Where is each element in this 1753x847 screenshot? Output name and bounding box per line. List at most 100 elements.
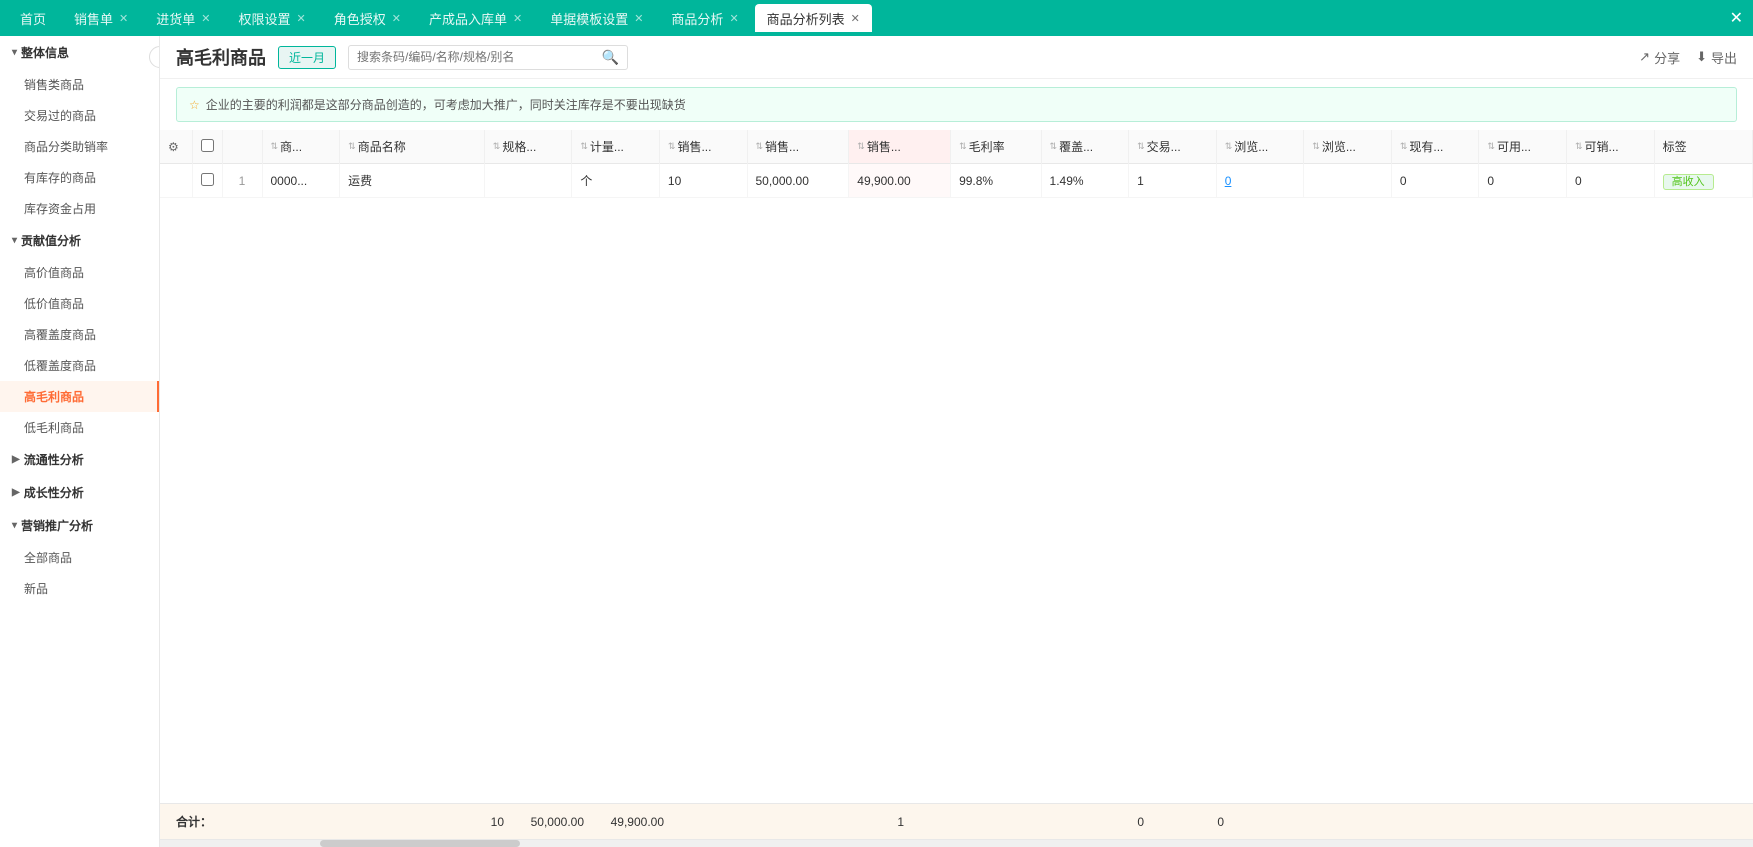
col-code: ⇅ 商... [262,130,340,164]
sidebar-group-contribution[interactable]: ▾ 贡献值分析 [0,224,159,257]
col-name: ⇅ 商品名称 [340,130,485,164]
col-amount-sort[interactable]: ⇅ [756,141,764,152]
col-b1-sort[interactable]: ⇅ [1225,141,1233,152]
col-curr-sort[interactable]: ⇅ [1400,141,1408,152]
settings-icon[interactable]: ⚙ [168,140,179,154]
col-sales-profit: ⇅ 销售... [849,130,951,164]
content-area: 高毛利商品 近一月 🔍 ↗ 分享 ⬇ 导出 ☆ 企业的主要的利润都是这部分商品创… [160,36,1753,847]
col-coverage: ⇅ 覆盖... [1041,130,1129,164]
tab-role-close[interactable]: ✕ [392,12,401,25]
sidebar-item-stock-capital[interactable]: 库存资金占用 [0,193,159,224]
tab-analysis[interactable]: 商品分析 ✕ [659,4,750,32]
group-arrow-marketing: ▾ [12,520,17,531]
tab-analysis-label: 商品分析 [671,9,723,28]
tab-permission-close[interactable]: ✕ [297,12,306,25]
footer-cells: 10 50,000.00 49,900.00 1 0 0 [232,815,1737,829]
page-title: 高毛利商品 [176,44,266,70]
header-actions: ↗ 分享 ⬇ 导出 [1639,48,1737,67]
row-browse2-cell [1304,164,1392,198]
col-qty-sort[interactable]: ⇅ [668,141,676,152]
col-unit-sort[interactable]: ⇅ [580,141,588,152]
row-available-cell: 0 [1479,164,1567,198]
footer-current-val: 0 [1072,815,1152,829]
col-coverage-sort[interactable]: ⇅ [1050,141,1058,152]
tab-role[interactable]: 角色授权 ✕ [322,4,413,32]
tab-analysis-list-label: 商品分析列表 [767,9,845,28]
tab-permission[interactable]: 权限设置 ✕ [226,4,317,32]
tab-template-close[interactable]: ✕ [634,12,643,25]
tab-template[interactable]: 单据模板设置 ✕ [538,4,655,32]
sidebar-item-high-margin[interactable]: 高毛利商品 [0,381,159,412]
row-profit-cell: 49,900.00 [849,164,951,198]
select-all-checkbox[interactable] [201,139,214,152]
search-box[interactable]: 🔍 [348,45,628,70]
sidebar-group-liquidity[interactable]: ▶ 流通性分析 [0,443,159,476]
main-layout: 《 ▾ 整体信息 销售类商品 交易过的商品 商品分类助销率 有库存的商品 库存资… [0,36,1753,847]
sidebar-item-new-goods[interactable]: 新品 [0,573,159,604]
table-container: ⚙ ⇅ 商... [160,130,1753,803]
tab-purchase-label: 进货单 [156,9,195,28]
col-profit-sort[interactable]: ⇅ [857,141,865,152]
table-header-row: ⚙ ⇅ 商... [160,130,1753,164]
row-checkbox[interactable] [201,173,214,186]
info-banner: ☆ 企业的主要的利润都是这部分商品创造的，可考虑加大推广，同时关注库存是不要出现… [176,87,1737,122]
tab-permission-label: 权限设置 [238,9,290,28]
export-button[interactable]: ⬇ 导出 [1696,48,1737,67]
row-grate-cell: 99.8% [951,164,1041,198]
tab-purchase-close[interactable]: ✕ [201,12,210,25]
col-sort-icon[interactable]: ⇅ [271,141,279,152]
sidebar-item-low-value[interactable]: 低价值商品 [0,288,159,319]
row-current-cell: 0 [1391,164,1479,198]
tab-analysis-list[interactable]: 商品分析列表 ✕ [755,4,872,32]
col-grate-sort[interactable]: ⇅ [959,141,967,152]
col-sellable: ⇅ 可销... [1567,130,1655,164]
col-b2-sort[interactable]: ⇅ [1312,141,1320,152]
sidebar-item-high-coverage[interactable]: 高覆盖度商品 [0,319,159,350]
tab-sales[interactable]: 销售单 ✕ [62,4,140,32]
sidebar-item-sales-goods[interactable]: 销售类商品 [0,69,159,100]
group-arrow-overall: ▾ [12,47,17,58]
col-current: ⇅ 现有... [1391,130,1479,164]
col-name-sort[interactable]: ⇅ [348,141,356,152]
tab-sales-close[interactable]: ✕ [119,12,128,25]
window-close-btn[interactable]: ✕ [1730,8,1743,28]
sidebar-item-all-goods[interactable]: 全部商品 [0,542,159,573]
col-num [222,130,262,164]
period-button[interactable]: 近一月 [278,46,336,69]
sidebar-item-traded-goods[interactable]: 交易过的商品 [0,100,159,131]
col-checkbox [192,130,222,164]
col-available: ⇅ 可用... [1479,130,1567,164]
col-tx-sort[interactable]: ⇅ [1137,141,1145,152]
tab-analysis-list-close[interactable]: ✕ [851,12,860,25]
tab-inbound[interactable]: 产成品入库单 ✕ [417,4,534,32]
row-spec-cell [484,164,572,198]
sidebar-item-category-rate[interactable]: 商品分类助销率 [0,131,159,162]
tab-home[interactable]: 首页 [8,4,58,32]
tab-purchase[interactable]: 进货单 ✕ [144,4,222,32]
sidebar-group-growth[interactable]: ▶ 成长性分析 [0,476,159,509]
tab-analysis-close[interactable]: ✕ [729,12,738,25]
sidebar-item-in-stock[interactable]: 有库存的商品 [0,162,159,193]
bottom-scrollbar[interactable] [160,839,1753,847]
sidebar-item-high-value[interactable]: 高价值商品 [0,257,159,288]
sidebar-group-overall[interactable]: ▾ 整体信息 [0,36,159,69]
col-spec-sort[interactable]: ⇅ [493,141,501,152]
row-num-cell: 1 [222,164,262,198]
browse1-link[interactable]: 0 [1225,174,1232,188]
table-footer: 合计： 10 50,000.00 49,900.00 1 0 0 [160,803,1753,839]
footer-available-val: 0 [1152,815,1232,829]
scrollbar-thumb[interactable] [320,840,520,847]
tab-inbound-close[interactable]: ✕ [513,12,522,25]
sidebar-group-marketing[interactable]: ▾ 营销推广分析 [0,509,159,542]
search-icon[interactable]: 🔍 [602,49,619,66]
share-button[interactable]: ↗ 分享 [1639,48,1680,67]
col-avail-sort[interactable]: ⇅ [1487,141,1495,152]
col-sell-sort[interactable]: ⇅ [1575,141,1583,152]
row-sellable-cell: 0 [1567,164,1655,198]
top-nav: 首页 销售单 ✕ 进货单 ✕ 权限设置 ✕ 角色授权 ✕ 产成品入库单 ✕ 单据… [0,0,1753,36]
sidebar-item-low-coverage[interactable]: 低覆盖度商品 [0,350,159,381]
search-input[interactable] [357,50,596,64]
row-unit-cell: 个 [572,164,660,198]
col-tag: 标签 [1654,130,1752,164]
sidebar-item-low-margin[interactable]: 低毛利商品 [0,412,159,443]
